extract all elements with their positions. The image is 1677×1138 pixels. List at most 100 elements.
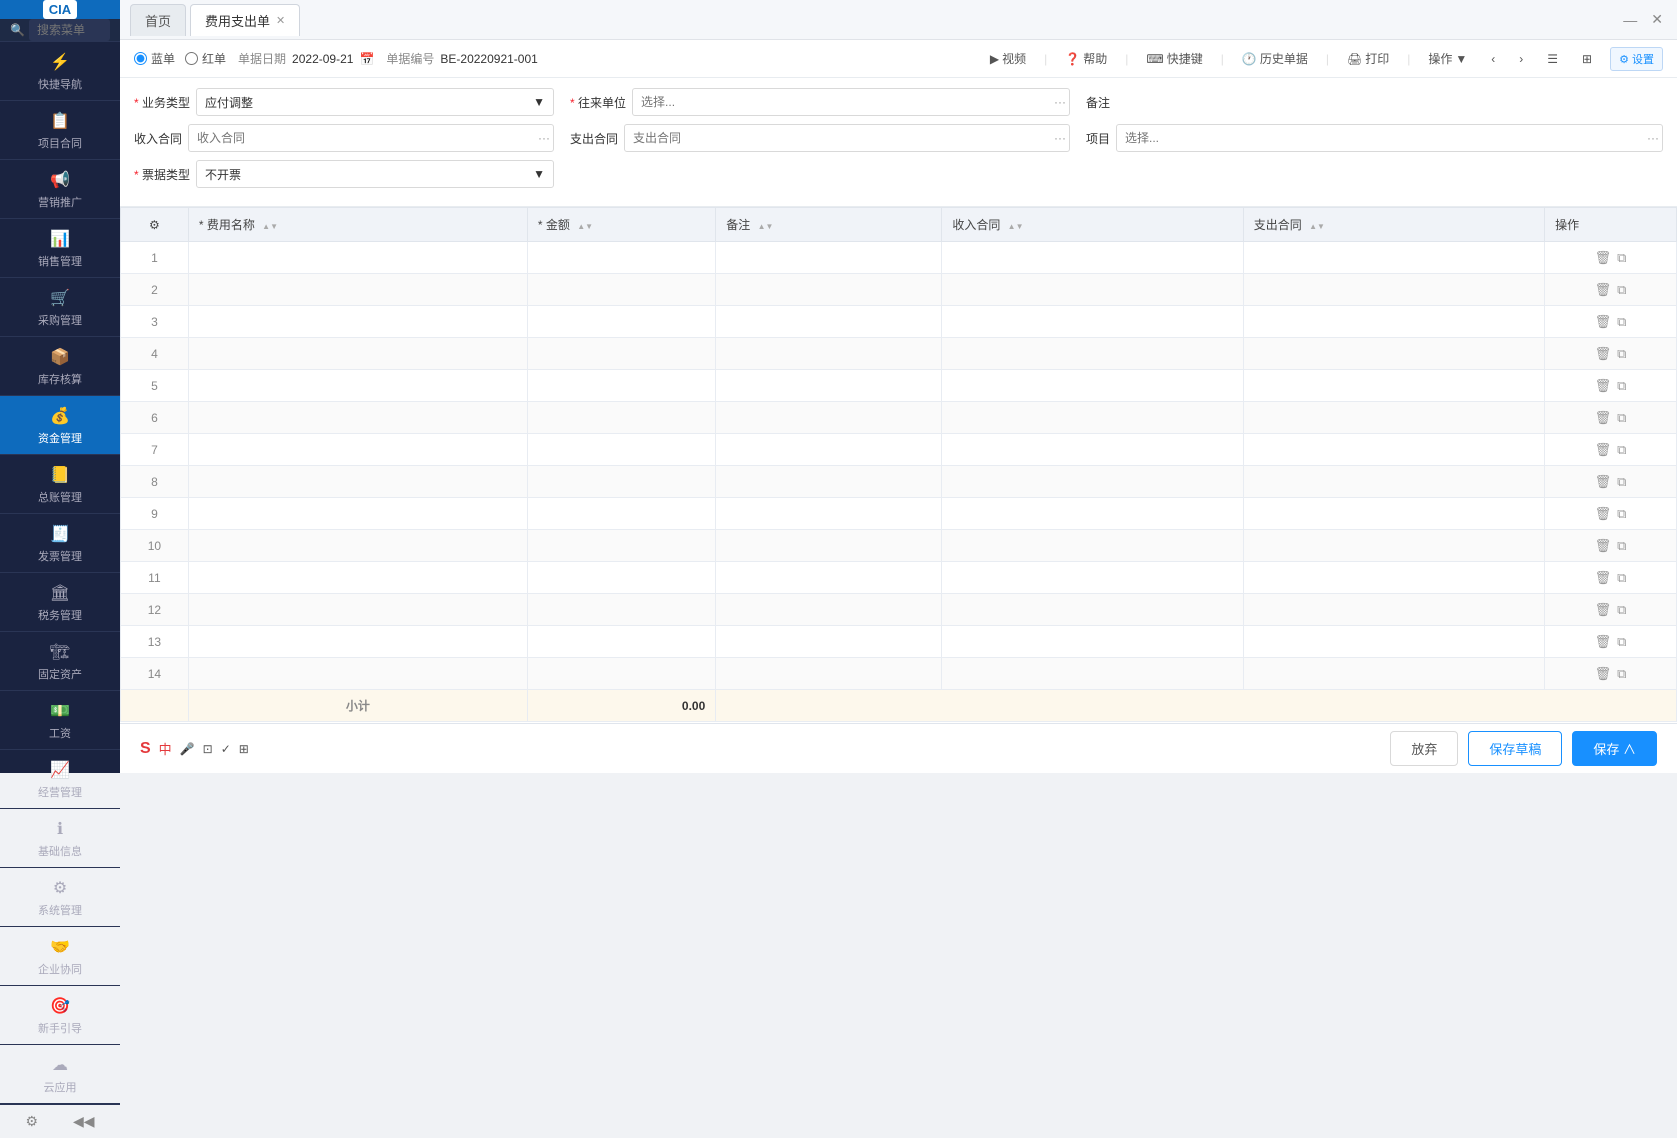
partner-ellipsis[interactable]: ··· [1054, 95, 1066, 109]
expense-contract-cell[interactable] [1243, 466, 1544, 498]
view-grid-btn[interactable]: ⊞ [1576, 49, 1598, 69]
expense-contract-cell[interactable] [1243, 370, 1544, 402]
nav-prev[interactable]: ‹ [1485, 49, 1501, 69]
copy-icon[interactable]: ⧉ [1617, 570, 1626, 586]
sidebar-item-inventory[interactable]: 📦库存核算 [0, 337, 120, 396]
income-contract-cell[interactable] [942, 338, 1243, 370]
discard-button[interactable]: 放弃 [1390, 731, 1458, 766]
income-contract-cell[interactable] [942, 466, 1243, 498]
screen-icon[interactable]: ⊡ [203, 742, 213, 756]
amount-cell[interactable] [527, 658, 715, 690]
delete-icon[interactable]: 🗑 [1595, 410, 1612, 426]
amount-cell[interactable] [527, 306, 715, 338]
delete-icon[interactable]: 🗑 [1595, 346, 1612, 362]
amount-cell[interactable] [527, 498, 715, 530]
expense-contract-cell[interactable] [1243, 306, 1544, 338]
copy-icon[interactable]: ⧉ [1617, 410, 1626, 426]
expense-contract-wrap[interactable]: ··· [624, 124, 1070, 152]
sidebar-item-tax[interactable]: 🏛税务管理 [0, 573, 120, 632]
sidebar-item-capital[interactable]: 💰资金管理 [0, 396, 120, 455]
project-input-wrap[interactable]: ··· [1116, 124, 1663, 152]
expense-name-cell[interactable] [188, 274, 527, 306]
help-btn[interactable]: ❓ 帮助 [1059, 47, 1113, 70]
amount-cell[interactable] [527, 626, 715, 658]
income-contract-input[interactable] [188, 124, 554, 152]
sort-icon-expense[interactable]: ▲▼ [1309, 223, 1325, 231]
amount-cell[interactable] [527, 242, 715, 274]
expense-name-cell[interactable] [188, 466, 527, 498]
settings-col-icon[interactable]: ⚙ [149, 218, 160, 232]
income-contract-cell[interactable] [942, 498, 1243, 530]
sidebar-item-operations[interactable]: 📈经营管理 [0, 750, 120, 809]
income-contract-cell[interactable] [942, 402, 1243, 434]
invoice-type-select-wrap[interactable]: 不开票 ▼ [196, 160, 554, 188]
expense-name-cell[interactable] [188, 562, 527, 594]
copy-icon[interactable]: ⧉ [1617, 378, 1626, 394]
copy-icon[interactable]: ⧉ [1617, 474, 1626, 490]
delete-icon[interactable]: 🗑 [1595, 538, 1612, 554]
print-btn[interactable]: 🖨 打印 [1341, 47, 1395, 70]
sidebar-item-ledger[interactable]: 📒总账管理 [0, 455, 120, 514]
income-contract-cell[interactable] [942, 594, 1243, 626]
window-close[interactable]: ✕ [1647, 9, 1667, 30]
amount-cell[interactable] [527, 594, 715, 626]
expense-contract-cell[interactable] [1243, 274, 1544, 306]
note-cell[interactable] [716, 626, 942, 658]
sidebar-item-salary[interactable]: 💵工资 [0, 691, 120, 750]
sidebar-item-enterprise[interactable]: 🤝企业协同 [0, 927, 120, 986]
expense-name-cell[interactable] [188, 306, 527, 338]
grid-icon[interactable]: ⊞ [239, 742, 249, 756]
history-btn[interactable]: 🕐 历史单据 [1236, 47, 1314, 70]
expense-contract-cell[interactable] [1243, 498, 1544, 530]
income-contract-ellipsis[interactable]: ··· [538, 131, 550, 145]
partner-input[interactable] [632, 88, 1070, 116]
sidebar-item-system[interactable]: ⚙系统管理 [0, 868, 120, 927]
brand-zhong-icon[interactable]: 中 [159, 739, 172, 758]
expense-contract-ellipsis[interactable]: ··· [1054, 131, 1066, 145]
amount-cell[interactable] [527, 562, 715, 594]
delete-icon[interactable]: 🗑 [1595, 442, 1612, 458]
amount-cell[interactable] [527, 274, 715, 306]
sort-icon-income[interactable]: ▲▼ [1008, 223, 1024, 231]
copy-icon[interactable]: ⧉ [1617, 346, 1626, 362]
sidebar-item-project-contract[interactable]: 📋项目合同 [0, 101, 120, 160]
income-contract-cell[interactable] [942, 562, 1243, 594]
delete-icon[interactable]: 🗑 [1595, 250, 1612, 266]
sort-icon-name[interactable]: ▲▼ [262, 223, 278, 231]
volume-icon[interactable]: ◀◀ [73, 1113, 95, 1130]
amount-cell[interactable] [527, 338, 715, 370]
income-contract-cell[interactable] [942, 530, 1243, 562]
sidebar-item-assets[interactable]: 🏗固定资产 [0, 632, 120, 691]
delete-icon[interactable]: 🗑 [1595, 474, 1612, 490]
tab-expense[interactable]: 费用支出单 ✕ [190, 4, 300, 36]
expense-name-cell[interactable] [188, 434, 527, 466]
delete-icon[interactable]: 🗑 [1595, 314, 1612, 330]
expense-contract-cell[interactable] [1243, 242, 1544, 274]
biz-type-select-wrap[interactable]: 应付调整 ▼ [196, 88, 554, 116]
expense-name-cell[interactable] [188, 402, 527, 434]
mic-icon[interactable]: 🎤 [180, 742, 195, 756]
note-cell[interactable] [716, 434, 942, 466]
copy-icon[interactable]: ⧉ [1617, 634, 1626, 650]
amount-cell[interactable] [527, 402, 715, 434]
note-cell[interactable] [716, 370, 942, 402]
project-input[interactable] [1116, 124, 1663, 152]
delete-icon[interactable]: 🗑 [1595, 666, 1612, 682]
copy-icon[interactable]: ⧉ [1617, 666, 1626, 682]
tab-expense-close[interactable]: ✕ [276, 14, 285, 27]
expense-contract-input[interactable] [624, 124, 1070, 152]
note-cell[interactable] [716, 466, 942, 498]
radio-blue-input[interactable] [134, 52, 147, 65]
expense-contract-cell[interactable] [1243, 434, 1544, 466]
amount-cell[interactable] [527, 466, 715, 498]
partner-input-wrap[interactable]: ··· [632, 88, 1070, 116]
expense-contract-cell[interactable] [1243, 626, 1544, 658]
nav-next[interactable]: › [1513, 49, 1529, 69]
income-contract-cell[interactable] [942, 274, 1243, 306]
expense-contract-cell[interactable] [1243, 562, 1544, 594]
amount-cell[interactable] [527, 434, 715, 466]
expense-contract-cell[interactable] [1243, 658, 1544, 690]
income-contract-cell[interactable] [942, 658, 1243, 690]
expense-name-cell[interactable] [188, 594, 527, 626]
delete-icon[interactable]: 🗑 [1595, 506, 1612, 522]
